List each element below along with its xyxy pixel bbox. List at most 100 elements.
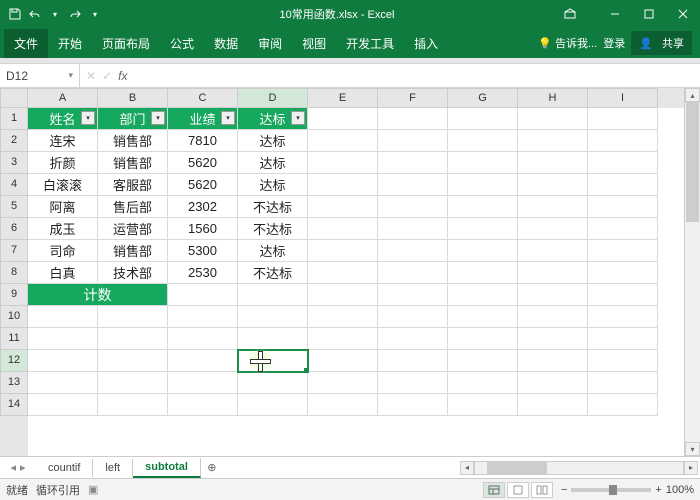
zoom-control[interactable]: − + 100% bbox=[561, 484, 694, 496]
tab-developer[interactable]: 开发工具 bbox=[336, 29, 404, 58]
row-header-14[interactable]: 14 bbox=[0, 394, 28, 416]
cell-empty[interactable] bbox=[378, 284, 448, 306]
table-header-a[interactable]: 姓名▾ bbox=[28, 108, 98, 130]
zoom-level[interactable]: 100% bbox=[666, 484, 694, 496]
select-all-corner[interactable] bbox=[0, 88, 28, 108]
scroll-down-button[interactable]: ▾ bbox=[685, 442, 700, 456]
cancel-icon[interactable]: ✕ bbox=[86, 69, 96, 83]
undo-icon[interactable] bbox=[28, 7, 42, 21]
ribbon-display-options-icon[interactable] bbox=[564, 8, 598, 20]
cell-empty[interactable] bbox=[448, 152, 518, 174]
page-layout-view-button[interactable] bbox=[507, 482, 529, 498]
tab-data[interactable]: 数据 bbox=[204, 29, 248, 58]
zoom-in-button[interactable]: + bbox=[655, 484, 661, 496]
cell-empty[interactable] bbox=[308, 328, 378, 350]
cell-status[interactable]: 达标 bbox=[238, 152, 308, 174]
vertical-scroll-thumb[interactable] bbox=[686, 108, 699, 222]
cell-empty[interactable] bbox=[28, 306, 98, 328]
cell-status[interactable]: 不达标 bbox=[238, 262, 308, 284]
row-header-6[interactable]: 6 bbox=[0, 218, 28, 240]
row-header-1[interactable]: 1 bbox=[0, 108, 28, 130]
table-header-b[interactable]: 部门▾ bbox=[98, 108, 168, 130]
zoom-slider[interactable] bbox=[571, 488, 651, 492]
cell-empty[interactable] bbox=[28, 372, 98, 394]
sheet-tab-left[interactable]: left bbox=[93, 459, 133, 477]
cell-empty[interactable] bbox=[588, 284, 658, 306]
cell-empty[interactable] bbox=[518, 108, 588, 130]
cells-grid[interactable]: 姓名▾部门▾业绩▾达标▾ 连宋销售部7810达标折颜销售部5620达标白滚滚客服… bbox=[28, 108, 700, 456]
row-header-8[interactable]: 8 bbox=[0, 262, 28, 284]
filter-dropdown-icon[interactable]: ▾ bbox=[291, 111, 305, 125]
cell-empty[interactable] bbox=[448, 372, 518, 394]
cell-empty[interactable] bbox=[308, 394, 378, 416]
maximize-button[interactable] bbox=[632, 0, 666, 28]
nav-next-icon[interactable]: ▸ bbox=[20, 461, 26, 474]
cell-empty[interactable] bbox=[308, 174, 378, 196]
cell-score[interactable]: 2530 bbox=[168, 262, 238, 284]
enter-icon[interactable]: ✓ bbox=[102, 69, 112, 83]
cell-empty[interactable] bbox=[448, 240, 518, 262]
cell-score[interactable]: 7810 bbox=[168, 130, 238, 152]
cell-score[interactable]: 1560 bbox=[168, 218, 238, 240]
cell-empty[interactable] bbox=[308, 130, 378, 152]
horizontal-scrollbar[interactable]: ◂ ▸ bbox=[223, 461, 700, 475]
row-header-2[interactable]: 2 bbox=[0, 130, 28, 152]
cell-empty[interactable] bbox=[588, 240, 658, 262]
column-header-i[interactable]: I bbox=[588, 88, 658, 108]
cell-empty[interactable] bbox=[308, 240, 378, 262]
new-sheet-button[interactable]: ⊕ bbox=[201, 461, 223, 474]
cell-empty[interactable] bbox=[378, 108, 448, 130]
normal-view-button[interactable] bbox=[483, 482, 505, 498]
cell-score[interactable]: 5300 bbox=[168, 240, 238, 262]
cell-empty[interactable] bbox=[168, 306, 238, 328]
cell-empty[interactable] bbox=[308, 306, 378, 328]
cell-empty[interactable] bbox=[448, 262, 518, 284]
row-header-7[interactable]: 7 bbox=[0, 240, 28, 262]
cell-empty[interactable] bbox=[308, 350, 378, 372]
cell-empty[interactable] bbox=[308, 284, 378, 306]
cell-empty[interactable] bbox=[588, 130, 658, 152]
column-header-c[interactable]: C bbox=[168, 88, 238, 108]
sheet-nav[interactable]: ◂▸ bbox=[0, 461, 36, 474]
cell-empty[interactable] bbox=[308, 372, 378, 394]
cell-empty[interactable] bbox=[308, 218, 378, 240]
cell-empty[interactable] bbox=[378, 328, 448, 350]
cell-empty[interactable] bbox=[448, 328, 518, 350]
qat-customize-icon[interactable]: ▾ bbox=[88, 7, 102, 21]
column-header-a[interactable]: A bbox=[28, 88, 98, 108]
cell-empty[interactable] bbox=[378, 174, 448, 196]
cell-empty[interactable] bbox=[378, 240, 448, 262]
row-header-9[interactable]: 9 bbox=[0, 284, 28, 306]
cell-empty[interactable] bbox=[518, 306, 588, 328]
tab-file[interactable]: 文件 bbox=[4, 29, 48, 58]
cell-empty[interactable] bbox=[588, 262, 658, 284]
column-header-f[interactable]: F bbox=[378, 88, 448, 108]
horizontal-scroll-thumb[interactable] bbox=[487, 462, 547, 474]
cell-empty[interactable] bbox=[448, 130, 518, 152]
column-header-h[interactable]: H bbox=[518, 88, 588, 108]
cell-empty[interactable] bbox=[378, 262, 448, 284]
cell-name[interactable]: 阿离 bbox=[28, 196, 98, 218]
cell-empty[interactable] bbox=[308, 262, 378, 284]
row-header-13[interactable]: 13 bbox=[0, 372, 28, 394]
sheet-tab-countif[interactable]: countif bbox=[36, 459, 93, 477]
column-header-b[interactable]: B bbox=[98, 88, 168, 108]
cell-empty[interactable] bbox=[28, 350, 98, 372]
tab-formulas[interactable]: 公式 bbox=[160, 29, 204, 58]
cell-status[interactable]: 达标 bbox=[238, 240, 308, 262]
cell-empty[interactable] bbox=[518, 262, 588, 284]
chevron-down-icon[interactable]: ▾ bbox=[48, 7, 62, 21]
cell-empty[interactable] bbox=[378, 218, 448, 240]
tab-page-layout[interactable]: 页面布局 bbox=[92, 29, 160, 58]
fx-icon[interactable]: fx bbox=[118, 69, 127, 83]
cell-empty[interactable] bbox=[588, 328, 658, 350]
cell-empty[interactable] bbox=[238, 394, 308, 416]
zoom-out-button[interactable]: − bbox=[561, 484, 567, 496]
cell-empty[interactable] bbox=[518, 196, 588, 218]
record-macro-icon[interactable]: ▣ bbox=[88, 483, 98, 496]
cell-empty[interactable] bbox=[168, 328, 238, 350]
cell-empty[interactable] bbox=[518, 372, 588, 394]
cell-empty[interactable] bbox=[308, 196, 378, 218]
column-header-d[interactable]: D bbox=[238, 88, 308, 108]
cell-empty[interactable] bbox=[588, 350, 658, 372]
